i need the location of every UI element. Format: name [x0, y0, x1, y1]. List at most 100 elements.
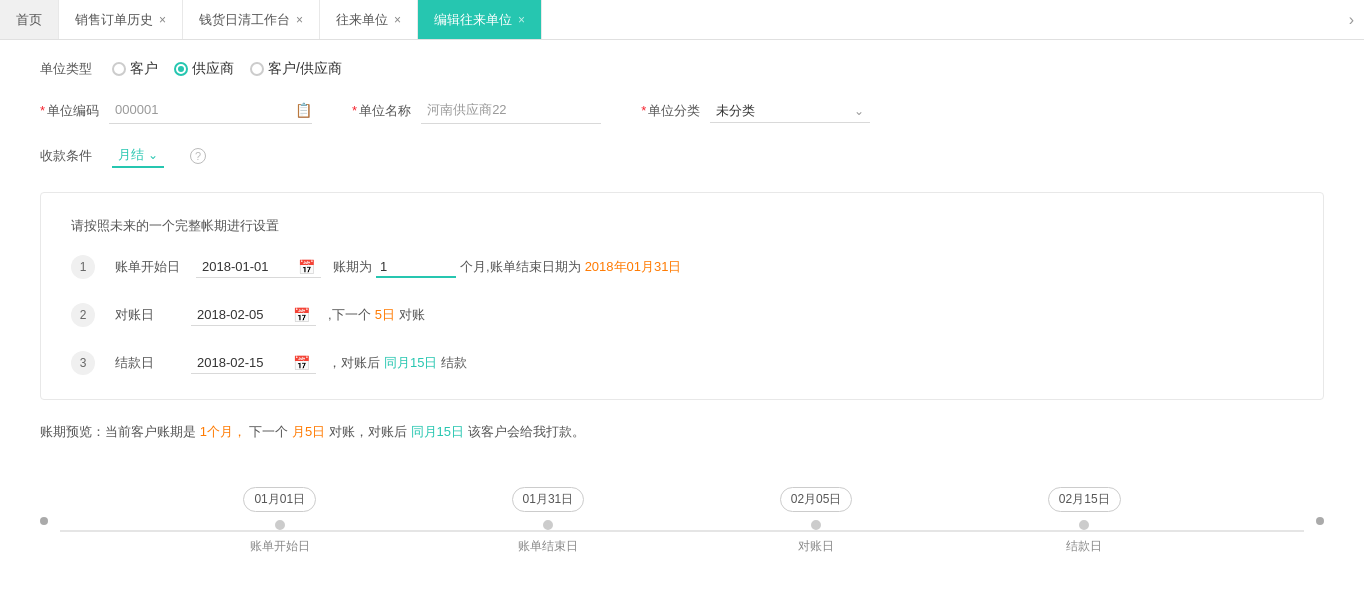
radio-both-label: 客户/供应商: [268, 60, 342, 78]
timeline-container: 01月01日 账单开始日 01月31日 账单结束日 02月05日 对账日 02月…: [40, 467, 1324, 595]
highlight-date-1: 2018年01月31日: [585, 258, 682, 276]
date-field-2[interactable]: [197, 307, 287, 322]
row-number-2: 2: [71, 303, 95, 327]
date-input-3: 📅: [191, 353, 316, 374]
payment-row: 收款条件 月结 ⌄ ?: [40, 144, 1324, 168]
cal-icon-2[interactable]: 📅: [293, 307, 310, 323]
cal-icon-1[interactable]: 📅: [298, 259, 315, 275]
timeline-node-3: 02月05日 对账日: [780, 487, 853, 555]
settings-box: 请按照未来的一个完整帐期进行设置 1 账单开始日 📅 账期为 个月,账单结束日期…: [40, 192, 1324, 400]
date-field-1[interactable]: [202, 259, 292, 274]
radio-supplier-label: 供应商: [192, 60, 234, 78]
preview-suffix: 该客户会给我打款。: [468, 424, 585, 439]
unit-category-arrow: ⌄: [854, 104, 864, 118]
unit-category-select[interactable]: 未分类 ⌄: [710, 100, 870, 123]
timeline-node-4: 02月15日 结款日: [1048, 487, 1121, 555]
settings-row-3: 3 结款日 📅 ，对账后 同月15日 结款: [71, 351, 1293, 375]
unit-name-group: *单位名称: [352, 98, 601, 124]
row-desc-2: ,下一个 5日 对账: [328, 306, 425, 324]
unit-category-value: 未分类: [716, 102, 854, 120]
unit-name-input[interactable]: [421, 98, 601, 121]
preview-text: 账期预览：当前客户账期是 1个月， 下一个 月5日 对账，对账后 同月15日 该…: [40, 420, 1324, 443]
tab-cash-work[interactable]: 钱货日清工作台 ×: [183, 0, 320, 39]
tl-label-3: 对账日: [798, 538, 834, 555]
tab-partner[interactable]: 往来单位 ×: [320, 0, 418, 39]
unit-info-row: *单位编码 📋 *单位名称 *单位分类 未分类 ⌄: [40, 98, 1324, 124]
settings-title: 请按照未来的一个完整帐期进行设置: [71, 217, 1293, 235]
radio-both[interactable]: 客户/供应商: [250, 60, 342, 78]
row-desc-3: ，对账后 同月15日 结款: [328, 354, 467, 372]
row-number-3: 3: [71, 351, 95, 375]
tl-badge-3: 02月05日: [780, 487, 853, 512]
preview-date1: 月5日: [292, 424, 325, 439]
unit-code-label: *单位编码: [40, 102, 99, 120]
date-field-3[interactable]: [197, 355, 287, 370]
tab-more-arrow[interactable]: ›: [1339, 0, 1364, 39]
tl-badge-1: 01月01日: [243, 487, 316, 512]
tab-sales-history-label: 销售订单历史: [75, 11, 153, 29]
start-dot: [40, 517, 48, 525]
main-content: 单位类型 客户 供应商 客户/供应商 *单位编码 📋: [0, 40, 1364, 608]
unit-type-radio-group: 客户 供应商 客户/供应商: [112, 60, 342, 78]
payment-terms-arrow: ⌄: [148, 148, 158, 162]
timeline-start-dot: [40, 517, 48, 525]
timeline-node-2: 01月31日 账单结束日: [512, 487, 585, 555]
unit-name-input-wrapper: [421, 98, 601, 124]
desc-suffix-3: 结款: [441, 354, 467, 372]
preview-middle: 下一个: [249, 424, 288, 439]
unit-type-label: 单位类型: [40, 60, 92, 78]
tl-label-1: 账单开始日: [250, 538, 310, 555]
tab-partner-label: 往来单位: [336, 11, 388, 29]
row-field-2: 对账日: [115, 306, 175, 324]
tl-label-4: 结款日: [1066, 538, 1102, 555]
row-field-1: 账单开始日: [115, 258, 180, 276]
desc-prefix-3: ，对账后: [328, 354, 380, 372]
tab-bar: 首页 销售订单历史 × 钱货日清工作台 × 往来单位 × 编辑往来单位 × ›: [0, 0, 1364, 40]
tab-edit-partner-label: 编辑往来单位: [434, 11, 512, 29]
tl-dot-3: [811, 520, 821, 530]
unit-code-input[interactable]: [109, 98, 289, 121]
unit-category-label: *单位分类: [641, 102, 700, 120]
tab-cash-work-label: 钱货日清工作台: [199, 11, 290, 29]
tab-home[interactable]: 首页: [0, 0, 59, 39]
tab-sales-history[interactable]: 销售订单历史 ×: [59, 0, 183, 39]
close-edit-partner[interactable]: ×: [518, 13, 525, 27]
close-partner[interactable]: ×: [394, 13, 401, 27]
row-field-3: 结款日: [115, 354, 175, 372]
tl-label-2: 账单结束日: [518, 538, 578, 555]
payment-terms-label: 收款条件: [40, 147, 92, 165]
radio-supplier[interactable]: 供应商: [174, 60, 234, 78]
preview-period: 1个月，: [200, 424, 246, 439]
period-input[interactable]: [376, 257, 456, 278]
preview-section: 账期预览：当前客户账期是 1个月， 下一个 月5日 对账，对账后 同月15日 该…: [40, 420, 1324, 595]
settings-row-1: 1 账单开始日 📅 账期为 个月,账单结束日期为 2018年01月31日: [71, 255, 1293, 279]
radio-supplier-circle: [174, 62, 188, 76]
radio-customer[interactable]: 客户: [112, 60, 158, 78]
desc-suffix-2: 对账: [399, 306, 425, 324]
settings-row-2: 2 对账日 📅 ,下一个 5日 对账: [71, 303, 1293, 327]
tl-dot-1: [275, 520, 285, 530]
timeline-end-dot: [1316, 517, 1324, 525]
close-cash-work[interactable]: ×: [296, 13, 303, 27]
row-desc-1: 账期为 个月,账单结束日期为 2018年01月31日: [333, 257, 681, 278]
unit-code-input-wrapper: 📋: [109, 98, 312, 124]
preview-middle2: 对账，对账后: [329, 424, 407, 439]
desc-prefix-1: 账期为: [333, 258, 372, 276]
radio-customer-label: 客户: [130, 60, 158, 78]
tl-dot-4: [1079, 520, 1089, 530]
close-sales-history[interactable]: ×: [159, 13, 166, 27]
payment-terms-value: 月结: [118, 146, 144, 164]
radio-both-circle: [250, 62, 264, 76]
date-input-2: 📅: [191, 305, 316, 326]
payment-terms-select[interactable]: 月结 ⌄: [112, 144, 164, 168]
timeline-node-1: 01月01日 账单开始日: [243, 487, 316, 555]
tab-home-label: 首页: [16, 11, 42, 29]
cal-icon-3[interactable]: 📅: [293, 355, 310, 371]
tab-edit-partner[interactable]: 编辑往来单位 ×: [418, 0, 542, 39]
row-number-1: 1: [71, 255, 95, 279]
payment-help-icon[interactable]: ?: [190, 148, 206, 164]
unit-code-icon[interactable]: 📋: [295, 102, 312, 118]
unit-type-row: 单位类型 客户 供应商 客户/供应商: [40, 60, 1324, 78]
desc-suffix-1: 个月,账单结束日期为: [460, 258, 581, 276]
highlight-text-2: 5日: [375, 306, 395, 324]
